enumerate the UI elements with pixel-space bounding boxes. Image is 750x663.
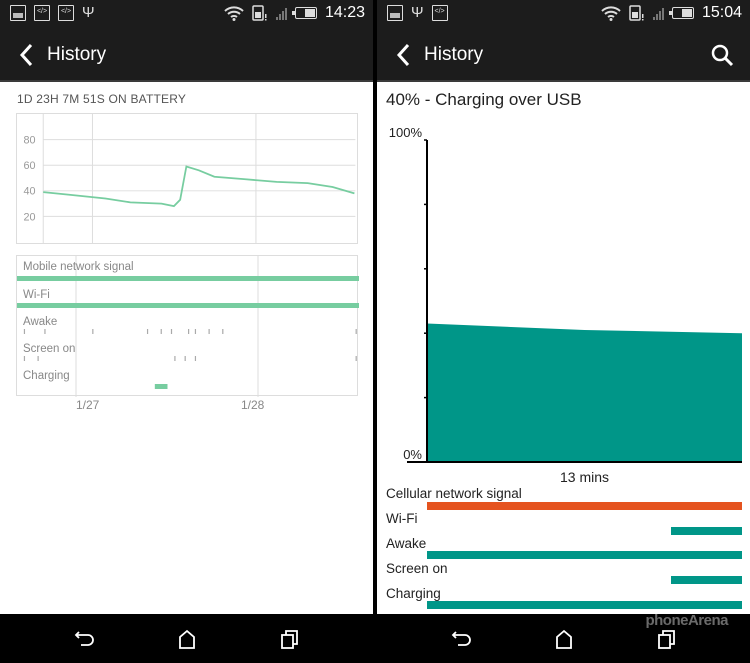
timeline-tick: [92, 329, 94, 334]
app-bar: History: [0, 28, 373, 82]
home-nav-icon[interactable]: [175, 628, 199, 650]
watermark: phoneArena: [645, 612, 728, 629]
timeline-tick: [160, 329, 162, 334]
timeline-tick: [170, 329, 173, 334]
timeline-tick: [174, 356, 176, 361]
timeline-label-charging: Charging: [386, 586, 441, 601]
timeline-bar: [17, 276, 359, 281]
page-title: History: [47, 44, 107, 65]
clock: 14:23: [324, 4, 365, 21]
timeline-tick: [146, 329, 149, 334]
timeline-tick: [23, 356, 26, 361]
timeline-label-wifi: Wi-Fi: [386, 511, 418, 526]
timeline-label-screen-on: Screen on: [386, 561, 448, 576]
timeline-label-cellular-signal: Cellular network signal: [386, 486, 522, 501]
back-nav-icon[interactable]: [73, 628, 97, 650]
timeline-tick: [44, 329, 46, 334]
activity-timeline: Mobile network signal Wi-Fi Awake Screen…: [16, 255, 359, 397]
timeline-label-charging: Charging: [23, 370, 70, 382]
timeline-tick: [37, 356, 39, 361]
timeline-label-awake: Awake: [23, 316, 58, 328]
y-tick-label: 60: [24, 160, 36, 172]
back-nav-icon[interactable]: [450, 628, 474, 650]
battery-level-chart: 100% 0% 13 mins: [389, 125, 742, 485]
wifi-icon: [224, 6, 244, 21]
timeline-bar: [17, 303, 359, 308]
timeline-tick: [194, 356, 197, 361]
wifi-icon: [601, 6, 621, 21]
battery-duration: 1D 23H 7M 51S ON BATTERY: [17, 92, 187, 106]
timeline-tick: [23, 329, 26, 334]
battery-status: 40% - Charging over USB: [386, 90, 582, 109]
y-tick-label: 80: [24, 135, 36, 147]
signal-none-icon: [652, 6, 664, 20]
clock: 15:04: [701, 4, 742, 21]
gallery-icon: [387, 5, 403, 21]
recents-nav-icon[interactable]: [655, 628, 679, 650]
timeline-label-mobile-signal: Mobile network signal: [23, 261, 134, 273]
timeline-bar: [154, 384, 168, 389]
code-icon: </>: [34, 5, 50, 21]
x-axis-label: 13 mins: [560, 469, 609, 485]
timeline-tick: [208, 329, 210, 334]
battery-level-area: [427, 323, 742, 462]
timeline-tick: [184, 356, 186, 361]
recents-nav-icon[interactable]: [278, 628, 302, 650]
timeline-tick: [355, 329, 357, 334]
y-tick-label: 100%: [389, 125, 423, 140]
y-tick-label: 20: [24, 211, 36, 223]
battery-level-line: [43, 165, 355, 208]
timeline-tick: [222, 329, 224, 334]
signal-none-icon: [275, 6, 287, 20]
back-icon[interactable]: [393, 42, 415, 68]
gallery-icon: [10, 5, 26, 21]
code-icon: </>: [58, 5, 74, 21]
timeline-bar: [427, 502, 742, 510]
right-phone-screen: Ψ </> 15:04 History 40% - Charging over …: [377, 0, 750, 663]
timeline-tick: [194, 329, 197, 334]
status-bar: Ψ </> 15:04: [377, 0, 750, 28]
home-nav-icon[interactable]: [552, 628, 576, 650]
timeline-tick: [188, 329, 190, 334]
battery-charging-icon: [668, 7, 694, 19]
timeline-tick: [355, 356, 357, 361]
y-tick-label: 0%: [403, 447, 422, 462]
nav-bar: [0, 614, 373, 663]
battery-level-chart: 20 40 60 80: [16, 113, 358, 244]
y-tick-label: 40: [24, 186, 36, 198]
search-icon[interactable]: [710, 43, 734, 67]
sim-alert-icon: [252, 5, 267, 21]
timeline-label-screen-on: Screen on: [23, 343, 76, 355]
activity-timeline: Cellular network signal Wi-Fi Awake Scre…: [377, 484, 750, 614]
sim-alert-icon: [629, 5, 644, 21]
page-title: History: [424, 44, 484, 65]
battery-charging-icon: [291, 7, 317, 19]
app-bar: History: [377, 28, 750, 82]
timeline-bar: [427, 551, 742, 559]
left-phone-screen: </> </> Ψ 14:23 History 1D 23H 7M 51S ON…: [0, 0, 373, 663]
back-icon[interactable]: [16, 42, 38, 68]
timeline-bar: [671, 527, 742, 535]
timeline-bar: [427, 601, 742, 609]
timeline-label-wifi: Wi-Fi: [23, 289, 50, 301]
timeline-label-awake: Awake: [386, 536, 427, 551]
usb-icon: Ψ: [82, 4, 95, 21]
x-tick-label: 1/28: [241, 398, 265, 412]
usb-icon: Ψ: [411, 4, 424, 21]
status-bar: </> </> Ψ 14:23: [0, 0, 373, 28]
x-tick-label: 1/27: [76, 398, 100, 412]
timeline-bar: [671, 576, 742, 584]
code-icon: </>: [431, 5, 448, 21]
